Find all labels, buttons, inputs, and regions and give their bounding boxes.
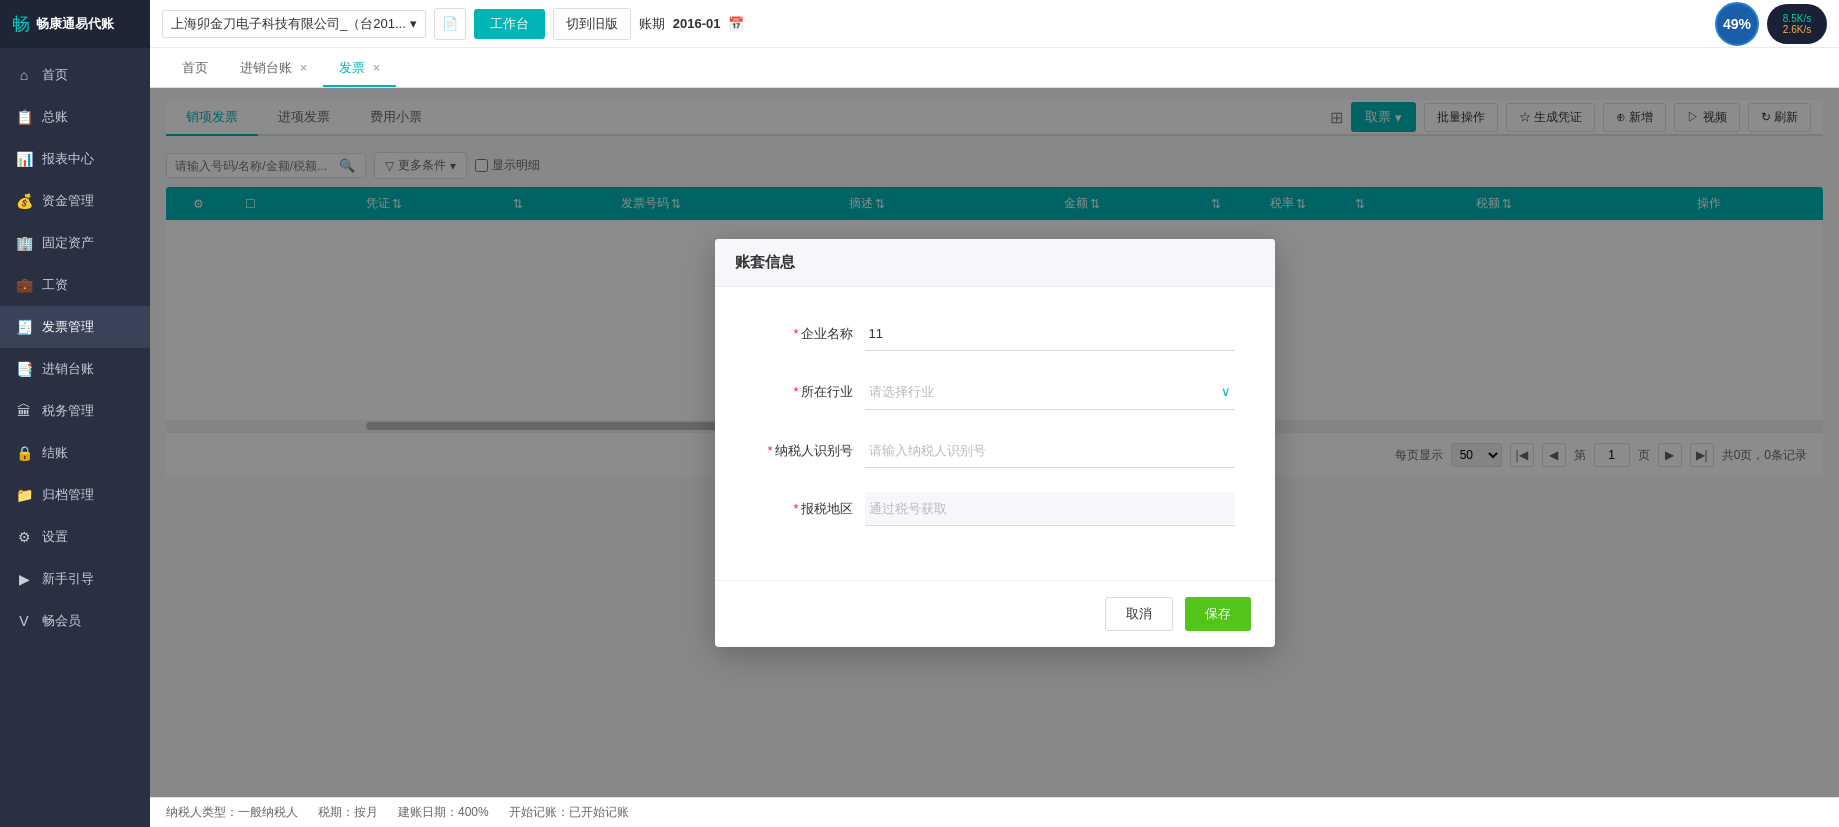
bottom-bar: 纳税人类型：一般纳税人 税期：按月 建账日期：400% 开始记账：已开始记账 bbox=[150, 797, 1839, 827]
fund-label: 资金管理 bbox=[42, 192, 94, 210]
company-name-input[interactable] bbox=[865, 317, 1235, 351]
modal-overlay: 账套信息 *企业名称 *所在行业 bbox=[150, 88, 1839, 797]
bottom-bookkeeping: 开始记账：已开始记账 bbox=[509, 804, 629, 821]
sidebar-item-fund[interactable]: 💰 资金管理 bbox=[0, 180, 150, 222]
topbar-doc-icon[interactable]: 📄 bbox=[434, 8, 466, 40]
bottom-tax-period: 税期：按月 bbox=[318, 804, 378, 821]
modal-footer: 取消 保存 bbox=[715, 580, 1275, 647]
sidebar-item-ledger[interactable]: 📋 总账 bbox=[0, 96, 150, 138]
sidebar-item-fixed[interactable]: 🏢 固定资产 bbox=[0, 222, 150, 264]
percent-indicator: 49% bbox=[1715, 2, 1759, 46]
tab-invoice[interactable]: 发票 × bbox=[323, 51, 396, 87]
cancel-button[interactable]: 取消 bbox=[1105, 597, 1173, 631]
topbar: 上海卯金刀电子科技有限公司_（台201... ▾ 📄 工作台 切到旧版 账期 2… bbox=[150, 0, 1839, 48]
sidebar-item-report[interactable]: 📊 报表中心 bbox=[0, 138, 150, 180]
settings-label: 设置 bbox=[42, 528, 68, 546]
save-button[interactable]: 保存 bbox=[1185, 597, 1251, 631]
tab-purchase[interactable]: 进销台账 × bbox=[224, 51, 323, 87]
salary-label: 工资 bbox=[42, 276, 68, 294]
close-label: 结账 bbox=[42, 444, 68, 462]
form-label-industry: *所在行业 bbox=[755, 383, 865, 401]
calendar-icon[interactable]: 📅 bbox=[728, 16, 744, 31]
app-logo: 畅 畅康通易代账 bbox=[0, 0, 150, 48]
tab-purchase-close[interactable]: × bbox=[300, 60, 308, 75]
main-content: 上海卯金刀电子科技有限公司_（台201... ▾ 📄 工作台 切到旧版 账期 2… bbox=[150, 0, 1839, 827]
form-row-industry: *所在行业 请选择行业 ∨ bbox=[755, 375, 1235, 410]
archive-label: 归档管理 bbox=[42, 486, 94, 504]
industry-select[interactable]: 请选择行业 bbox=[865, 375, 1235, 409]
workbench-button[interactable]: 工作台 bbox=[474, 9, 545, 39]
sidebar: 畅 畅康通易代账 ⌂ 首页 📋 总账 📊 报表中心 💰 资金管理 🏢 固定资产 … bbox=[0, 0, 150, 827]
account-info-modal: 账套信息 *企业名称 *所在行业 bbox=[715, 239, 1275, 647]
tab-home[interactable]: 首页 bbox=[166, 51, 224, 87]
content-area: 销项发票 进项发票 费用小票 ⊞ 取票 ▾ 批量操作 bbox=[150, 88, 1839, 797]
home-icon: ⌂ bbox=[16, 67, 32, 83]
form-row-taxid: *纳税人识别号 bbox=[755, 434, 1235, 468]
sidebar-item-salary[interactable]: 💼 工资 bbox=[0, 264, 150, 306]
modal-body: *企业名称 *所在行业 请选择行业 bbox=[715, 287, 1275, 580]
sidebar-menu: ⌂ 首页 📋 总账 📊 报表中心 💰 资金管理 🏢 固定资产 💼 工资 🧾 发票… bbox=[0, 48, 150, 827]
logo-icon: 畅 bbox=[12, 12, 30, 36]
form-row-taxregion: *报税地区 bbox=[755, 492, 1235, 526]
purchase-label: 进销台账 bbox=[42, 360, 94, 378]
guide-icon: ▶ bbox=[16, 571, 32, 587]
sidebar-item-guide[interactable]: ▶ 新手引导 bbox=[0, 558, 150, 600]
member-label: 畅会员 bbox=[42, 612, 81, 630]
archive-icon: 📁 bbox=[16, 487, 32, 503]
tab-bar: 首页 进销台账 × 发票 × bbox=[150, 48, 1839, 88]
member-icon: V bbox=[16, 613, 32, 629]
period-label: 账期 bbox=[639, 15, 665, 33]
speed-indicator: 8.5K/s 2.6K/s bbox=[1767, 4, 1827, 44]
period-value: 2016-01 bbox=[673, 16, 721, 31]
sidebar-item-purchase[interactable]: 📑 进销台账 bbox=[0, 348, 150, 390]
bottom-setup-date: 建账日期：400% bbox=[398, 804, 489, 821]
sidebar-item-settings[interactable]: ⚙ 设置 bbox=[0, 516, 150, 558]
salary-icon: 💼 bbox=[16, 277, 32, 293]
tax-id-input[interactable] bbox=[865, 434, 1235, 468]
fixed-label: 固定资产 bbox=[42, 234, 94, 252]
sidebar-item-home[interactable]: ⌂ 首页 bbox=[0, 54, 150, 96]
app-name: 畅康通易代账 bbox=[36, 15, 114, 33]
sidebar-item-tax[interactable]: 🏛 税务管理 bbox=[0, 390, 150, 432]
industry-select-wrapper: 请选择行业 ∨ bbox=[865, 375, 1235, 410]
report-icon: 📊 bbox=[16, 151, 32, 167]
modal-title: 账套信息 bbox=[715, 239, 1275, 287]
bottom-tax-type: 纳税人类型：一般纳税人 bbox=[166, 804, 298, 821]
tax-region-input bbox=[865, 492, 1235, 526]
company-name: 上海卯金刀电子科技有限公司_（台201... bbox=[171, 15, 406, 33]
close-icon: 🔒 bbox=[16, 445, 32, 461]
company-selector[interactable]: 上海卯金刀电子科技有限公司_（台201... ▾ bbox=[162, 10, 426, 38]
sidebar-item-close[interactable]: 🔒 结账 bbox=[0, 432, 150, 474]
switch-version-button[interactable]: 切到旧版 bbox=[553, 8, 631, 40]
home-label: 首页 bbox=[42, 66, 68, 84]
ledger-label: 总账 bbox=[42, 108, 68, 126]
form-label-company: *企业名称 bbox=[755, 325, 865, 343]
fund-icon: 💰 bbox=[16, 193, 32, 209]
form-row-company: *企业名称 bbox=[755, 317, 1235, 351]
sidebar-item-member[interactable]: V 畅会员 bbox=[0, 600, 150, 642]
report-label: 报表中心 bbox=[42, 150, 94, 168]
settings-icon: ⚙ bbox=[16, 529, 32, 545]
invoice-icon: 🧾 bbox=[16, 319, 32, 335]
tax-icon: 🏛 bbox=[16, 403, 32, 419]
tax-label: 税务管理 bbox=[42, 402, 94, 420]
sidebar-item-invoice[interactable]: 🧾 发票管理 bbox=[0, 306, 150, 348]
tab-invoice-close[interactable]: × bbox=[373, 60, 381, 75]
form-label-taxid: *纳税人识别号 bbox=[755, 442, 865, 460]
form-label-taxregion: *报税地区 bbox=[755, 500, 865, 518]
purchase-icon: 📑 bbox=[16, 361, 32, 377]
ledger-icon: 📋 bbox=[16, 109, 32, 125]
invoice-label: 发票管理 bbox=[42, 318, 94, 336]
guide-label: 新手引导 bbox=[42, 570, 94, 588]
fixed-icon: 🏢 bbox=[16, 235, 32, 251]
sidebar-item-archive[interactable]: 📁 归档管理 bbox=[0, 474, 150, 516]
company-arrow-icon: ▾ bbox=[410, 16, 417, 31]
topbar-right: 49% 8.5K/s 2.6K/s bbox=[1715, 2, 1827, 46]
